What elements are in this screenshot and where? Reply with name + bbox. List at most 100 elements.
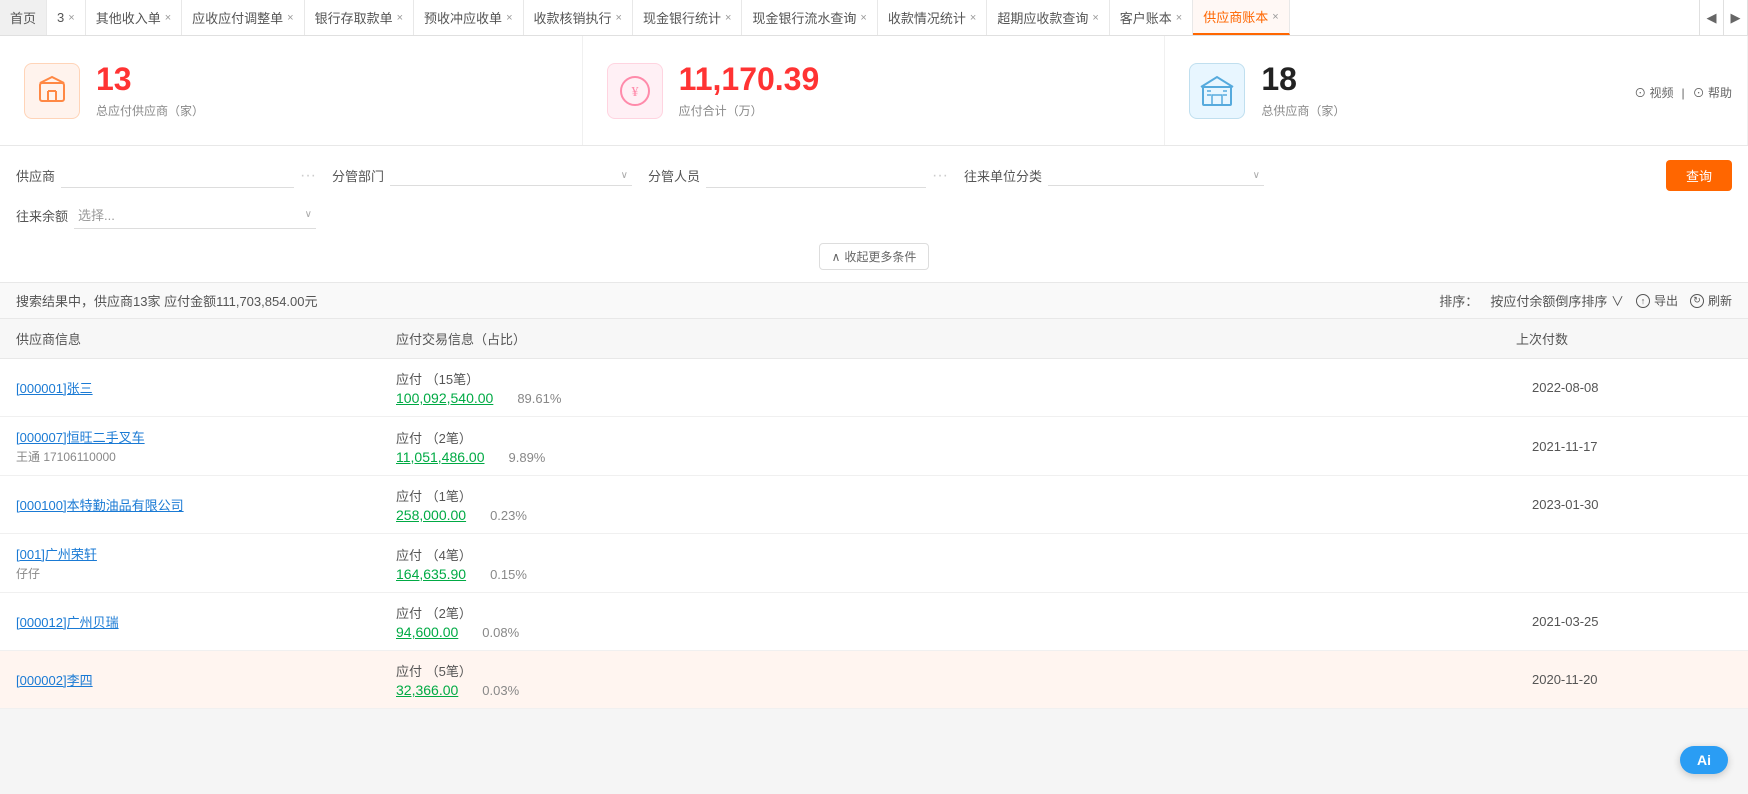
table-header: 供应商信息 应付交易信息（占比） 上次付数	[0, 319, 1748, 359]
last-payment-cell: 2021-03-25	[1532, 614, 1732, 629]
nav-tab-ap-adjust[interactable]: 应收应付调整单 ×	[182, 0, 304, 35]
close-icon[interactable]: ×	[1092, 12, 1098, 24]
supplier-link[interactable]: [000100]本特勤油品有限公司	[16, 498, 184, 513]
refresh-icon: ↻	[1690, 294, 1704, 308]
nav-tab-collect-stat-label: 收款情况统计	[888, 8, 966, 27]
results-summary-text: 搜索结果中，供应商13家 应付金额111,703,854.00元	[16, 291, 318, 310]
supplier-link[interactable]: [000007]恒旺二手叉车	[16, 430, 145, 445]
nav-tab-other-income-label: 其他收入单	[96, 8, 161, 27]
nav-tab-cash-bank-stat[interactable]: 现金银行统计 ×	[633, 0, 742, 35]
trans-amount[interactable]: 94,600.00	[396, 624, 458, 640]
trans-amount[interactable]: 11,051,486.00	[396, 449, 485, 465]
supplier-dots-icon[interactable]: ···	[300, 167, 316, 185]
trans-type-label: 应付 （2笔）	[396, 428, 1532, 447]
nav-arrow-right[interactable]: ▶	[1724, 0, 1748, 36]
transaction-cell: 应付 （1笔）258,000.000.23%	[396, 486, 1532, 523]
nav-tab-collect-stat[interactable]: 收款情况统计 ×	[878, 0, 987, 35]
supplier-link[interactable]: [000001]张三	[16, 381, 93, 396]
category-select[interactable]: ∨	[1048, 166, 1264, 186]
close-icon[interactable]: ×	[616, 12, 622, 24]
summary-card-amount: ¥ 11,170.39 应付合计（万）	[583, 36, 1166, 145]
export-button[interactable]: ↑ 导出	[1636, 292, 1678, 309]
close-icon[interactable]: ×	[725, 12, 731, 24]
nav-arrow-left[interactable]: ◀	[1700, 0, 1724, 36]
trans-amount[interactable]: 164,635.90	[396, 566, 466, 582]
balance-select[interactable]: 选择... ∨	[74, 201, 316, 229]
chevron-down-icon: ∨	[621, 170, 628, 181]
close-icon[interactable]: ×	[165, 12, 171, 24]
close-icon[interactable]: ×	[1176, 12, 1182, 24]
nav-tab-collect-verify[interactable]: 收款核销执行 ×	[524, 0, 633, 35]
filter-category: 往来单位分类 ∨	[964, 166, 1264, 186]
filter-row-1: 供应商 ··· 分管部门 ∨ 分管人员 ··· 往来单位分类	[16, 160, 1732, 191]
trans-amount[interactable]: 32,366.00	[396, 682, 458, 698]
supplier-cell: [000012]广州贝瑞	[16, 612, 396, 631]
nav-tab-cash-bank-flow[interactable]: 现金银行流水查询 ×	[742, 0, 877, 35]
nav-tab-overdue-collect-label: 超期应收款查询	[997, 8, 1088, 27]
collapse-arrow-icon: ∧	[832, 250, 841, 264]
department-select[interactable]: ∨	[390, 166, 632, 186]
trans-type-label: 应付 （5笔）	[396, 661, 1532, 680]
nav-tab-advance-collect[interactable]: 预收冲应收单 ×	[414, 0, 523, 35]
supplier-link[interactable]: [000002]李四	[16, 673, 93, 688]
ai-badge[interactable]: Ai	[1680, 746, 1728, 774]
nav-tab-3[interactable]: 3 ×	[47, 0, 86, 35]
nav-tab-ap-adjust-label: 应收应付调整单	[192, 8, 283, 27]
data-table: 供应商信息 应付交易信息（占比） 上次付数 [000001]张三 应付 （15笔）…	[0, 319, 1748, 709]
filter-area: 供应商 ··· 分管部门 ∨ 分管人员 ··· 往来单位分类	[0, 146, 1748, 283]
close-icon[interactable]: ×	[68, 12, 74, 24]
supplier-cell: [001]广州荣轩仔仔	[16, 544, 396, 582]
last-payment-date: 2020-11-20	[1532, 672, 1598, 687]
nav-tab-home[interactable]: 首页	[0, 0, 47, 35]
top-nav: 首页 3 × 其他收入单 × 应收应付调整单 × 银行存取款单 × 预收冲应收单…	[0, 0, 1748, 36]
search-button[interactable]: 查询	[1666, 160, 1732, 191]
nav-tab-supplier-account[interactable]: 供应商账本 ×	[1193, 0, 1289, 35]
refresh-button[interactable]: ↻ 刷新	[1690, 292, 1732, 309]
close-icon[interactable]: ×	[970, 12, 976, 24]
last-payment-date: 2022-08-08	[1532, 380, 1599, 395]
transaction-cell: 应付 （2笔）94,600.000.08%	[396, 603, 1532, 640]
right-actions: 排序： 按应付余额倒序排序 ∨ ↑ 导出 ↻ 刷新	[1439, 291, 1732, 310]
nav-tab-overdue-collect[interactable]: 超期应收款查询 ×	[987, 0, 1109, 35]
supplier-link[interactable]: [000012]广州贝瑞	[16, 615, 119, 630]
help-link[interactable]: ⊙ 帮助	[1693, 84, 1732, 101]
total-suppliers-number: 18	[1261, 62, 1345, 97]
last-payment-date: 2023-01-30	[1532, 497, 1599, 512]
close-icon[interactable]: ×	[287, 12, 293, 24]
sort-value[interactable]: 按应付余额倒序排序 ∨	[1490, 291, 1624, 310]
total-payable-suppliers-label: 总应付供应商（家）	[96, 102, 204, 119]
table-row: [000100]本特勤油品有限公司 应付 （1笔）258,000.000.23%2…	[0, 476, 1748, 534]
nav-tab-customer-account[interactable]: 客户账本 ×	[1110, 0, 1193, 35]
table-row: [001]广州荣轩仔仔应付 （4笔）164,635.900.15%	[0, 534, 1748, 593]
transaction-cell: 应付 （5笔）32,366.000.03%	[396, 661, 1532, 698]
person-dots-icon[interactable]: ···	[932, 167, 948, 185]
table-row: [000001]张三应付 （15笔）100,092,540.0089.61%20…	[0, 359, 1748, 417]
last-payment-cell: 2022-08-08	[1532, 380, 1732, 395]
header-transaction-info: 应付交易信息（占比）	[396, 329, 1516, 348]
nav-tab-bank-deposit[interactable]: 银行存取款单 ×	[305, 0, 414, 35]
nav-arrows: ◀ ▶	[1699, 0, 1748, 36]
last-payment-cell: 2021-11-17	[1532, 439, 1732, 454]
supplier-icon	[24, 63, 80, 119]
close-icon[interactable]: ×	[860, 12, 866, 24]
trans-type-label: 应付 （4笔）	[396, 545, 1532, 564]
nav-tab-other-income[interactable]: 其他收入单 ×	[86, 0, 182, 35]
nav-tab-customer-account-label: 客户账本	[1120, 8, 1172, 27]
nav-tab-bank-deposit-label: 银行存取款单	[315, 8, 393, 27]
summary-bar: 13 总应付供应商（家） ¥ 11,170.39 应付合计（万）	[0, 36, 1748, 146]
trans-amount[interactable]: 100,092,540.00	[396, 390, 493, 406]
trans-type-label: 应付 （15笔）	[396, 369, 1532, 388]
video-link[interactable]: ⊙ 视频	[1634, 84, 1673, 101]
person-input[interactable]	[706, 164, 926, 188]
table-row: [000012]广州贝瑞 应付 （2笔）94,600.000.08%2021-03…	[0, 593, 1748, 651]
close-icon[interactable]: ×	[397, 12, 403, 24]
collapse-button[interactable]: ∧ 收起更多条件	[819, 243, 930, 270]
total-payable-amount-number: 11,170.39	[679, 62, 820, 97]
supplier-input[interactable]	[61, 164, 294, 188]
header-last-payment: 上次付数	[1516, 329, 1716, 348]
person-filter-label: 分管人员	[648, 166, 700, 185]
supplier-link[interactable]: [001]广州荣轩	[16, 547, 97, 562]
close-icon[interactable]: ×	[506, 12, 512, 24]
trans-amount[interactable]: 258,000.00	[396, 507, 466, 523]
close-icon[interactable]: ×	[1272, 11, 1278, 23]
